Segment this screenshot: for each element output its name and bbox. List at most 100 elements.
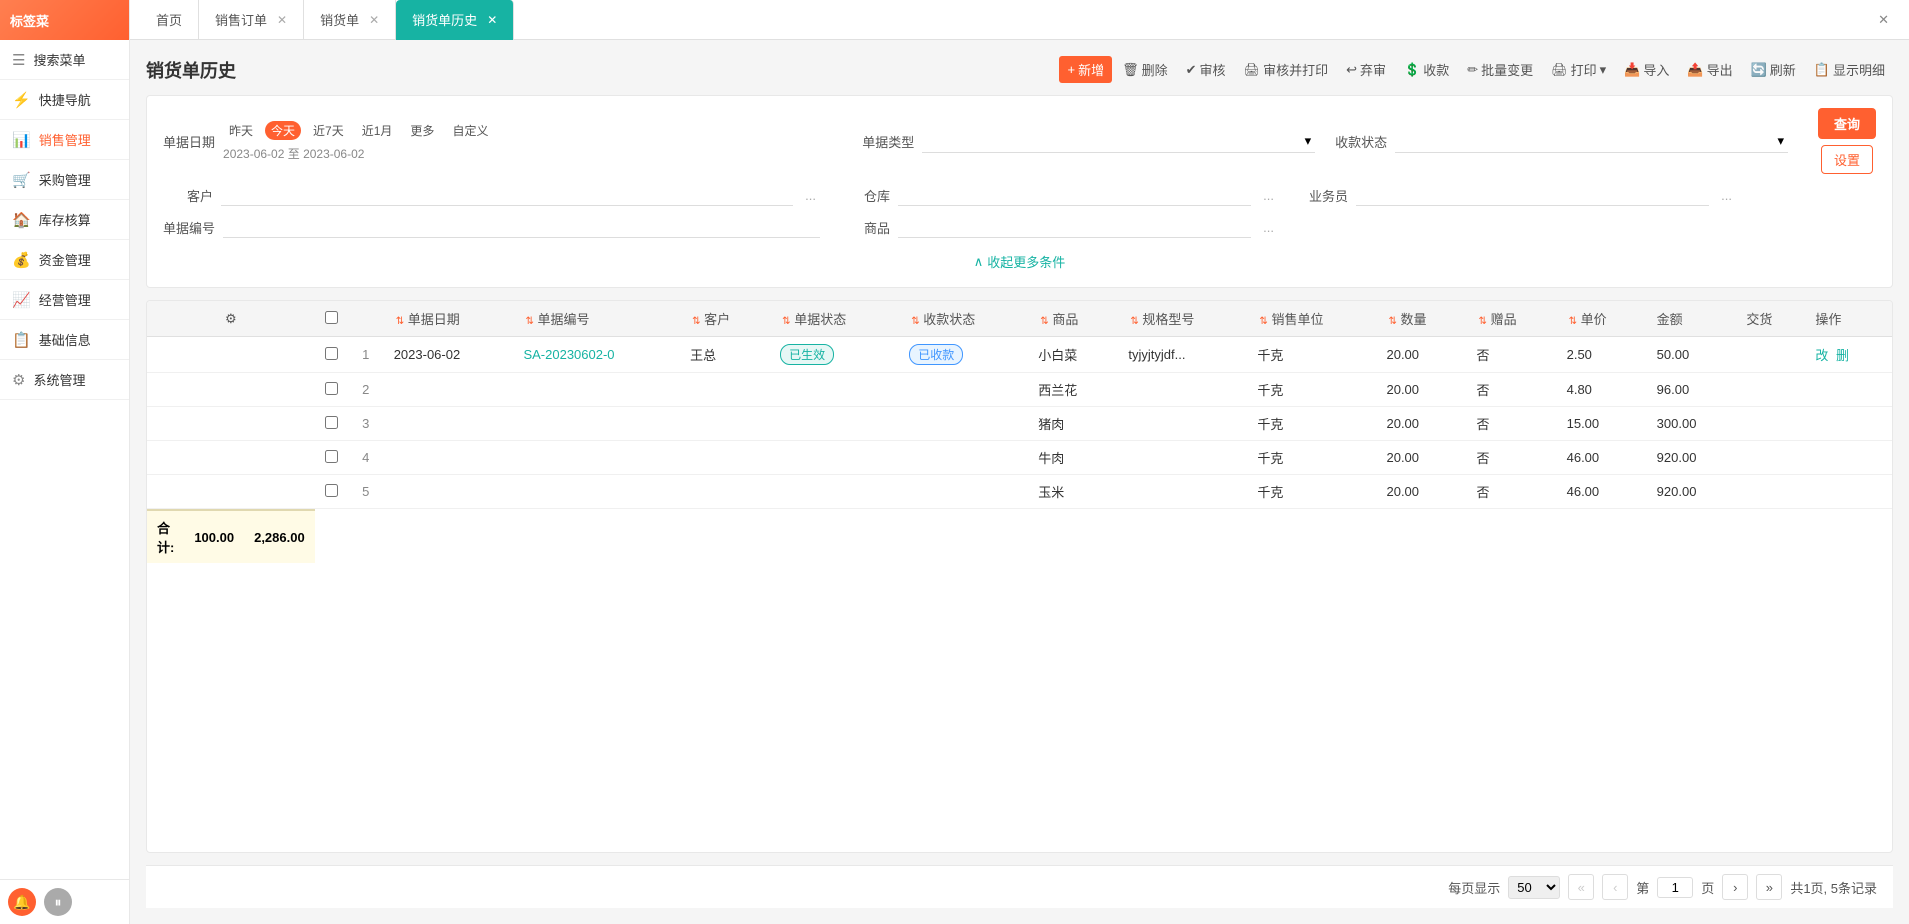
spec-col-header[interactable]: ⇅ 规格型号: [1118, 301, 1247, 337]
content-area: 销货单历史 + 新增 🗑 删除 ✔ 审核 🖨 审核并打印: [130, 40, 1909, 924]
row-goods: 玉米: [1028, 475, 1118, 509]
customer-label: 客户: [163, 186, 213, 205]
row-amount: 920.00: [1647, 441, 1737, 475]
sidebar-item-inventory-calc[interactable]: 🏠 库存核算: [0, 200, 129, 240]
audit-button[interactable]: ✔ 审核: [1178, 56, 1234, 83]
goods-ellipsis[interactable]: ...: [1259, 220, 1278, 235]
row-edit-link[interactable]: 改: [1815, 348, 1828, 363]
new-button[interactable]: + 新增: [1059, 56, 1112, 83]
row-unit-price: 2.50: [1557, 337, 1647, 373]
row-doc-num[interactable]: [513, 475, 680, 509]
date-more[interactable]: 更多: [404, 121, 440, 140]
tab-sales-order-close[interactable]: ✕: [277, 13, 287, 27]
pause-btn[interactable]: ⏸: [44, 888, 72, 916]
row-settings: [147, 337, 315, 373]
query-button[interactable]: 查询: [1818, 108, 1876, 139]
sort-icon: ⇅: [1040, 316, 1048, 327]
gift-col-header[interactable]: ⇅ 赠品: [1467, 301, 1557, 337]
sidebar-item-sales-mgmt[interactable]: 📊 销售管理: [0, 120, 129, 160]
collect-button[interactable]: 💲 收款: [1396, 56, 1457, 83]
qty-col-header[interactable]: ⇅ 数量: [1376, 301, 1466, 337]
collapse-btn[interactable]: ∧ 收起更多条件: [163, 248, 1876, 275]
delete-button[interactable]: 🗑 删除: [1114, 56, 1176, 83]
sidebar-item-base-info[interactable]: 📋 基础信息: [0, 320, 129, 360]
notification-btn[interactable]: 🔔: [8, 888, 36, 916]
row-doc-num[interactable]: SA-20230602-0: [513, 337, 680, 373]
type-select[interactable]: ▾: [922, 130, 1315, 153]
export-button[interactable]: 📤 导出: [1679, 56, 1740, 83]
row-checkbox[interactable]: [315, 337, 348, 373]
row-delete-link[interactable]: 删: [1836, 348, 1849, 363]
warehouse-ellipsis[interactable]: ...: [1259, 188, 1278, 203]
row-checkbox[interactable]: [315, 407, 348, 441]
sidebar-item-quick-nav[interactable]: ⚡ 快捷导航: [0, 80, 129, 120]
goods-col-header[interactable]: ⇅ 商品: [1028, 301, 1118, 337]
page-label-prefix: 第: [1636, 878, 1649, 897]
sidebar-item-sys-mgmt[interactable]: ⚙ 系统管理: [0, 360, 129, 400]
abandon-button[interactable]: ↩ 弃审: [1338, 56, 1394, 83]
unit-price-col-header[interactable]: ⇅ 单价: [1557, 301, 1647, 337]
table-settings-icon[interactable]: ⚙: [225, 311, 237, 326]
warehouse-input[interactable]: [898, 184, 1251, 206]
payment-select[interactable]: ▾: [1395, 130, 1788, 153]
per-page-select[interactable]: 50 100 200: [1508, 876, 1560, 899]
refresh-button[interactable]: 🔄 刷新: [1743, 56, 1804, 83]
customer-col-header[interactable]: ⇅ 客户: [680, 301, 770, 337]
docnum-input[interactable]: [223, 216, 820, 238]
row-payment-status: 已收款: [899, 337, 1028, 373]
filter-payment-field: 收款状态 ▾: [1335, 130, 1788, 153]
date-7days[interactable]: 近7天: [307, 121, 350, 140]
date-custom[interactable]: 自定义: [446, 121, 494, 140]
select-all-checkbox[interactable]: [325, 311, 338, 324]
row-doc-num[interactable]: [513, 373, 680, 407]
doc-date-col-header[interactable]: ⇅ 单据日期: [384, 301, 514, 337]
sidebar-item-operations-mgmt[interactable]: 📈 经营管理: [0, 280, 129, 320]
filter-row-3: 单据编号 商品 ...: [163, 216, 1876, 238]
row-doc-num[interactable]: [513, 441, 680, 475]
payment-status-col-header[interactable]: ⇅ 收款状态: [899, 301, 1028, 337]
doc-num-col-header[interactable]: ⇅ 单据编号: [513, 301, 680, 337]
operations-mgmt-icon: 📈: [12, 291, 31, 309]
print-button[interactable]: 🖨 打印 ▾: [1543, 56, 1614, 83]
import-button[interactable]: 📥 导入: [1616, 56, 1677, 83]
date-yesterday[interactable]: 昨天: [223, 121, 259, 140]
customer-input[interactable]: [221, 184, 793, 206]
prev-page-btn[interactable]: ‹: [1602, 874, 1628, 900]
tab-sales-history-close[interactable]: ✕: [487, 13, 497, 27]
tab-home[interactable]: 首页: [140, 0, 199, 40]
first-page-btn[interactable]: «: [1568, 874, 1594, 900]
show-detail-button[interactable]: 📋 显示明细: [1806, 56, 1893, 83]
checkbox-col-header[interactable]: [315, 301, 348, 337]
tab-sales-order[interactable]: 销售订单 ✕: [199, 0, 304, 40]
tab-sales-history[interactable]: 销货单历史 ✕: [396, 0, 514, 40]
settings-col-header[interactable]: ⚙: [147, 301, 315, 337]
customer-ellipsis[interactable]: ...: [801, 188, 820, 203]
agent-ellipsis[interactable]: ...: [1717, 188, 1736, 203]
next-page-btn[interactable]: ›: [1722, 874, 1748, 900]
unit-col-header[interactable]: ⇅ 销售单位: [1247, 301, 1376, 337]
row-checkbox[interactable]: [315, 441, 348, 475]
export-icon: 📤: [1687, 62, 1703, 78]
sidebar-item-purchase-mgmt[interactable]: 🛒 采购管理: [0, 160, 129, 200]
row-checkbox[interactable]: [315, 475, 348, 509]
row-unit-price: 15.00: [1557, 407, 1647, 441]
tab-bar-close[interactable]: ✕: [1868, 12, 1899, 28]
doc-status-col-header[interactable]: ⇅ 单据状态: [770, 301, 899, 337]
page-input[interactable]: [1657, 877, 1693, 898]
tab-sales-delivery-close[interactable]: ✕: [369, 13, 379, 27]
batch-change-button[interactable]: ✏ 批量变更: [1459, 56, 1541, 83]
tab-sales-delivery[interactable]: 销货单 ✕: [304, 0, 396, 40]
last-page-btn[interactable]: »: [1756, 874, 1782, 900]
goods-input[interactable]: [898, 216, 1251, 238]
date-today[interactable]: 今天: [265, 121, 301, 140]
date-1month[interactable]: 近1月: [356, 121, 399, 140]
row-spec: tyjyjtyjdf...: [1118, 337, 1247, 373]
agent-input[interactable]: [1356, 184, 1709, 206]
sidebar-item-finance-mgmt[interactable]: 💰 资金管理: [0, 240, 129, 280]
sidebar-item-search-menu[interactable]: ☰ 搜索菜单: [0, 40, 129, 80]
row-doc-num[interactable]: [513, 407, 680, 441]
set-button[interactable]: 设置: [1821, 145, 1873, 174]
row-settings: [147, 373, 315, 407]
row-checkbox[interactable]: [315, 373, 348, 407]
audit-print-button[interactable]: 🖨 审核并打印: [1236, 56, 1337, 83]
